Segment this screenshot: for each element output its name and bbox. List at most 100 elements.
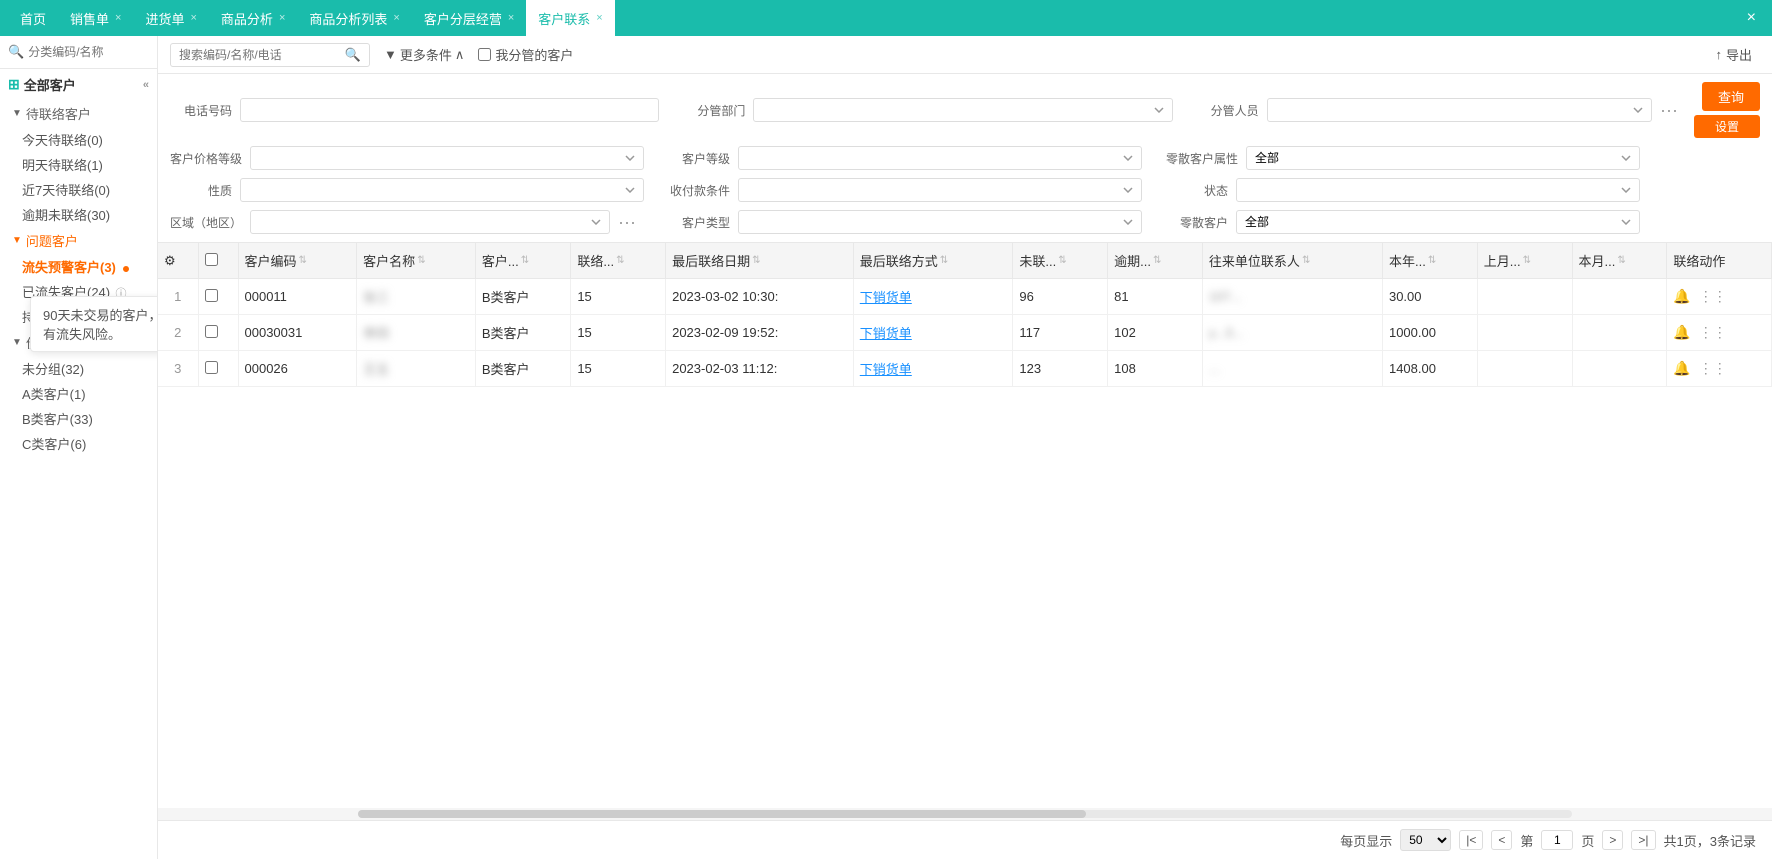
per-page-select[interactable]: 50 100 xyxy=(1400,829,1451,851)
nav-home[interactable]: 首页 xyxy=(8,0,58,36)
filter-price-select[interactable] xyxy=(250,146,644,170)
th-this-year[interactable]: 本年... xyxy=(1382,243,1477,279)
sort-name[interactable]: 客户名称 xyxy=(363,251,425,270)
cell-checkbox-2[interactable] xyxy=(198,351,238,387)
action-phone-icon-0[interactable]: 🔔 xyxy=(1673,288,1690,305)
th-last-month[interactable]: 上月... xyxy=(1477,243,1572,279)
row-checkbox-1[interactable] xyxy=(205,325,218,338)
th-name[interactable]: 客户名称 xyxy=(357,243,476,279)
nav-purchase[interactable]: 进货单 × xyxy=(133,0,208,36)
row-checkbox-0[interactable] xyxy=(205,289,218,302)
filter-region-more[interactable]: ··· xyxy=(610,212,644,233)
my-customers-checkbox[interactable] xyxy=(478,48,491,61)
filter-status-select[interactable] xyxy=(1236,178,1640,202)
last-method-link-1[interactable]: 下销货单 xyxy=(860,326,912,341)
filter-cust-level-select[interactable] xyxy=(738,146,1142,170)
nav-sales-close[interactable]: × xyxy=(115,12,121,24)
sidebar-item-today-contact[interactable]: 今天待联络(0) xyxy=(0,127,157,152)
sidebar-item-churn-warning[interactable]: 流失预警客户(3) xyxy=(0,254,157,279)
sort-this-month[interactable]: 本月... xyxy=(1579,251,1626,270)
nav-close-all-button[interactable]: × xyxy=(1739,9,1764,27)
sort-contact[interactable]: 联络... xyxy=(577,251,624,270)
export-button[interactable]: ↑ 导出 xyxy=(1707,42,1760,67)
scrollbar-thumb[interactable] xyxy=(358,810,1086,818)
more-filters-button[interactable]: ▼ 更多条件 ∧ xyxy=(378,42,470,67)
sort-contact-person[interactable]: 往来单位联系人 xyxy=(1209,251,1310,270)
sort-last-date[interactable]: 最后联络日期 xyxy=(672,251,760,270)
th-uncontacted[interactable]: 未联... xyxy=(1013,243,1108,279)
th-contact-person[interactable]: 往来单位联系人 xyxy=(1202,243,1382,279)
th-last-method[interactable]: 最后联络方式 xyxy=(853,243,1013,279)
nav-product-analysis-list-close[interactable]: × xyxy=(393,12,399,24)
sort-last-method[interactable]: 最后联络方式 xyxy=(860,251,948,270)
sort-overdue[interactable]: 逾期... xyxy=(1114,251,1161,270)
cell-last-method-1[interactable]: 下销货单 xyxy=(853,315,1013,351)
sort-last-month[interactable]: 上月... xyxy=(1484,251,1531,270)
row-checkbox-2[interactable] xyxy=(205,361,218,374)
action-phone-icon-1[interactable]: 🔔 xyxy=(1673,324,1690,341)
filter-region-select[interactable] xyxy=(250,210,610,234)
last-method-link-2[interactable]: 下销货单 xyxy=(860,362,912,377)
query-button[interactable]: 查询 xyxy=(1702,82,1760,111)
sort-this-year[interactable]: 本年... xyxy=(1389,251,1436,270)
page-prev-button[interactable]: < xyxy=(1491,830,1512,850)
cell-checkbox-1[interactable] xyxy=(198,315,238,351)
filter-retail-select[interactable]: 全部 xyxy=(1246,146,1640,170)
filter-type-select[interactable] xyxy=(738,210,1142,234)
nav-sales[interactable]: 销售单 × xyxy=(58,0,133,36)
page-next-button[interactable]: > xyxy=(1602,830,1623,850)
filter-dept-select[interactable] xyxy=(753,98,1172,122)
last-method-link-0[interactable]: 下销货单 xyxy=(860,290,912,305)
sidebar-item-class-b[interactable]: B类客户(33) xyxy=(0,406,157,431)
sort-code[interactable]: 客户编码 xyxy=(245,251,307,270)
action-more-icon-1[interactable]: ⋮⋮ xyxy=(1699,324,1727,341)
action-more-icon-2[interactable]: ⋮⋮ xyxy=(1699,360,1727,377)
sidebar-item-class-c[interactable]: C类客户(6) xyxy=(0,431,157,456)
settings-button[interactable]: 设置 xyxy=(1694,115,1760,138)
search-button[interactable]: 🔍 xyxy=(345,47,361,63)
th-overdue[interactable]: 逾期... xyxy=(1108,243,1203,279)
horizontal-scrollbar[interactable] xyxy=(158,808,1772,820)
search-input[interactable] xyxy=(179,48,345,62)
filter-mgr-select[interactable] xyxy=(1267,98,1652,122)
action-more-icon-0[interactable]: ⋮⋮ xyxy=(1699,288,1727,305)
table-settings-icon[interactable]: ⚙ xyxy=(164,253,176,269)
action-phone-icon-2[interactable]: 🔔 xyxy=(1673,360,1690,377)
nav-customer-tier[interactable]: 客户分层经营 × xyxy=(412,0,526,36)
sidebar-search-input[interactable] xyxy=(28,45,149,59)
sidebar-item-tomorrow-contact[interactable]: 明天待联络(1) xyxy=(0,152,157,177)
nav-customer-contact-close[interactable]: × xyxy=(596,12,602,24)
page-number-input[interactable] xyxy=(1541,830,1573,850)
filter-retail-cust-select[interactable]: 全部 xyxy=(1236,210,1640,234)
nav-product-analysis-close[interactable]: × xyxy=(279,12,285,24)
cell-checkbox-0[interactable] xyxy=(198,279,238,315)
sort-type[interactable]: 客户... xyxy=(482,251,529,270)
nav-customer-tier-close[interactable]: × xyxy=(508,12,514,24)
th-code[interactable]: 客户编码 xyxy=(238,243,357,279)
th-this-month[interactable]: 本月... xyxy=(1572,243,1667,279)
th-type[interactable]: 客户... xyxy=(475,243,570,279)
nav-purchase-close[interactable]: × xyxy=(190,12,196,24)
th-checkbox[interactable] xyxy=(198,243,238,279)
cell-last-method-0[interactable]: 下销货单 xyxy=(853,279,1013,315)
group-problem-customers[interactable]: ▼ 问题客户 xyxy=(0,227,157,254)
sidebar-item-7day-contact[interactable]: 近7天待联络(0) xyxy=(0,177,157,202)
nav-product-analysis-list[interactable]: 商品分析列表 × xyxy=(297,0,411,36)
filter-mgr-more[interactable]: ··· xyxy=(1652,100,1686,121)
nav-product-analysis[interactable]: 商品分析 × xyxy=(209,0,297,36)
filter-payment-select[interactable] xyxy=(738,178,1142,202)
my-customers-checkbox-label[interactable]: 我分管的客户 xyxy=(478,45,573,64)
sidebar-item-unclassified[interactable]: 未分组(32) xyxy=(0,356,157,381)
sidebar-item-class-a[interactable]: A类客户(1) xyxy=(0,381,157,406)
th-last-date[interactable]: 最后联络日期 xyxy=(666,243,854,279)
th-contact[interactable]: 联络... xyxy=(571,243,666,279)
cell-last-method-2[interactable]: 下销货单 xyxy=(853,351,1013,387)
select-all-checkbox[interactable] xyxy=(205,253,218,266)
filter-nature-select[interactable] xyxy=(240,178,644,202)
all-customers-header[interactable]: ⊞ 全部客户 « xyxy=(0,69,157,100)
page-first-button[interactable]: |< xyxy=(1459,830,1483,850)
collapse-icon[interactable]: « xyxy=(143,79,149,91)
group-pending-contact[interactable]: ▼ 待联络客户 xyxy=(0,100,157,127)
filter-phone-input[interactable] xyxy=(240,98,659,122)
nav-customer-contact[interactable]: 客户联系 × xyxy=(526,0,614,36)
